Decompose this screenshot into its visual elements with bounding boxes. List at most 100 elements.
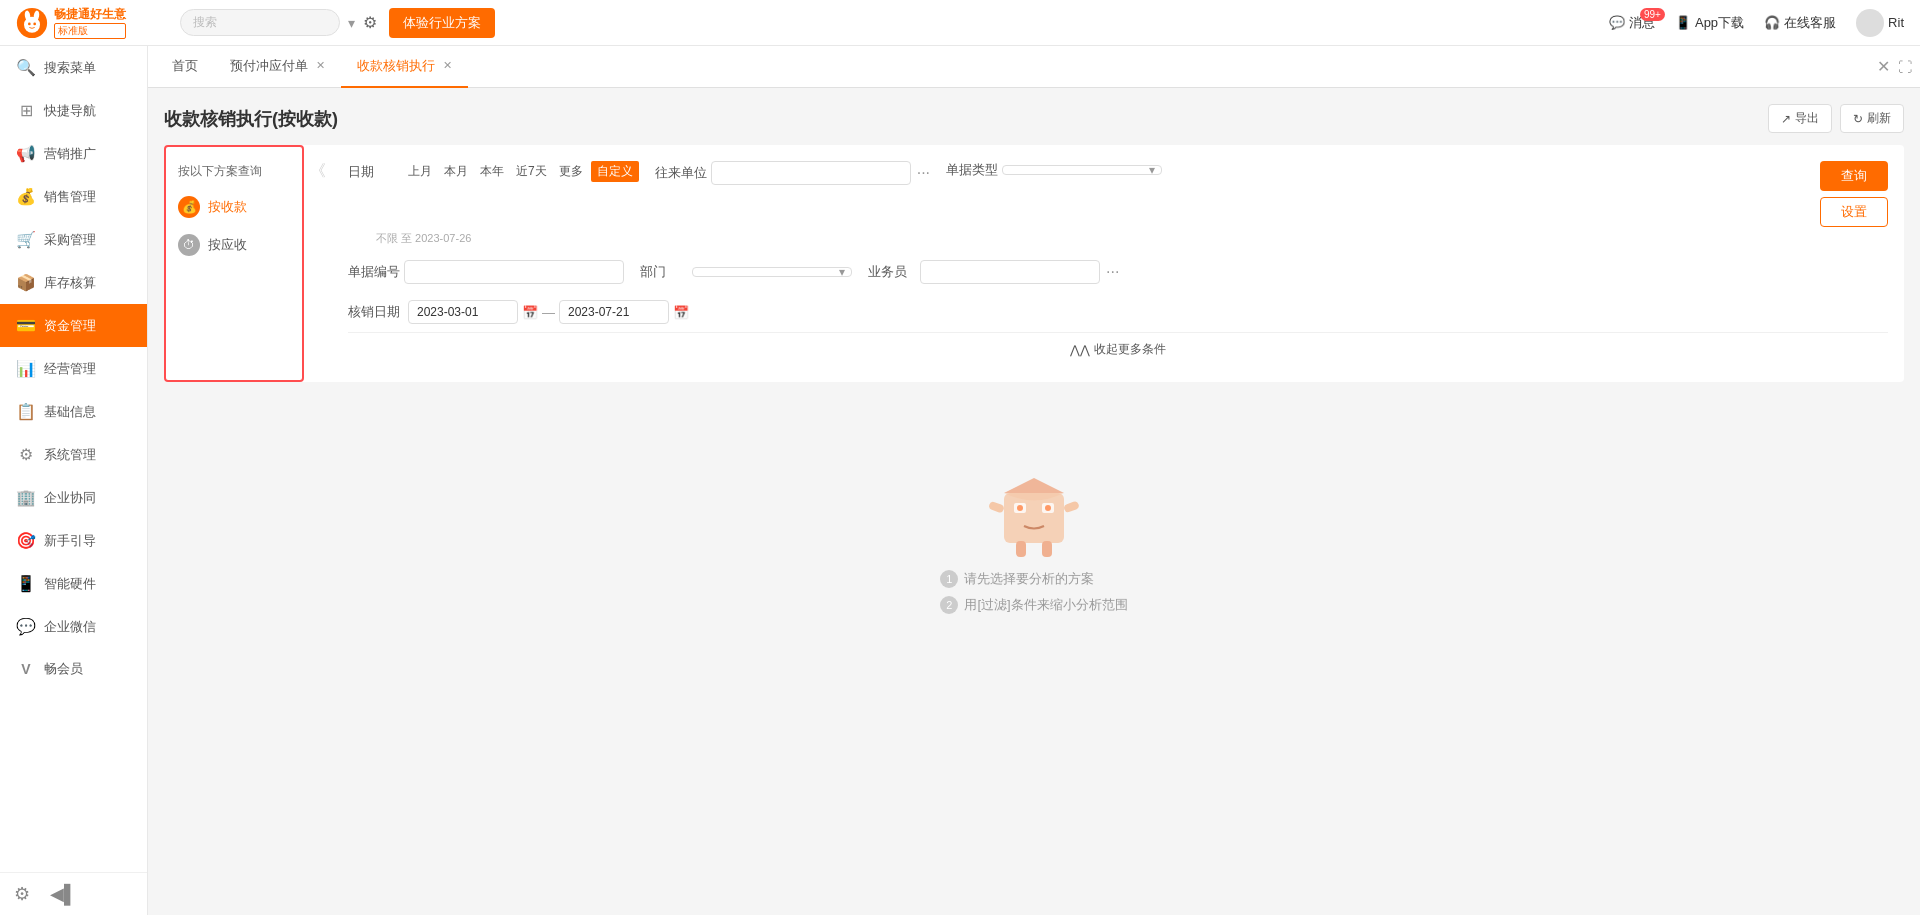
verify-date-group: 📅 — 📅 — [408, 300, 689, 324]
date-more[interactable]: 更多 — [555, 161, 587, 182]
dropdown-icon[interactable]: ▾ — [348, 15, 355, 31]
settings-gear-icon[interactable]: ⚙ — [14, 883, 30, 905]
sidebar-item-system[interactable]: ⚙ 系统管理 — [0, 433, 147, 476]
sales-icon: 💰 — [16, 187, 36, 206]
filter-inner: 按以下方案查询 💰 按收款 ⏱ 按应收 《 — [164, 145, 1904, 382]
verify-date-to-input[interactable] — [559, 300, 669, 324]
partner-label: 往来单位 — [655, 164, 707, 182]
avatar — [1856, 9, 1884, 37]
sidebar-item-finance[interactable]: 💳 资金管理 — [0, 304, 147, 347]
tab-home[interactable]: 首页 — [156, 46, 214, 88]
member-icon: V — [16, 661, 36, 677]
filter-nav-by-receipt[interactable]: 💰 按收款 — [166, 188, 302, 226]
bill-type-select[interactable]: ▾ — [1002, 165, 1162, 175]
collapse-sidebar-icon[interactable]: ◀▌ — [50, 883, 77, 905]
sidebar-label-member: 畅会员 — [44, 660, 83, 678]
purchase-icon: 🛒 — [16, 230, 36, 249]
verify-date-to-icon[interactable]: 📅 — [673, 305, 689, 320]
tab-collect-label: 收款核销执行 — [357, 57, 435, 75]
sidebar-item-marketing[interactable]: 📢 营销推广 — [0, 132, 147, 175]
dept-field: 部门 ▾ — [640, 263, 852, 281]
refresh-button[interactable]: ↻ 刷新 — [1840, 104, 1904, 133]
filter-nav: 按以下方案查询 💰 按收款 ⏱ 按应收 — [164, 145, 304, 382]
sidebar-item-operation[interactable]: 📊 经营管理 — [0, 347, 147, 390]
sidebar-label-search-menu: 搜索菜单 — [44, 59, 96, 77]
sidebar-item-guide[interactable]: 🎯 新手引导 — [0, 519, 147, 562]
tab-prepay[interactable]: 预付冲应付单 ✕ — [214, 46, 341, 88]
tab-bar-close-all[interactable]: ✕ — [1877, 57, 1890, 76]
date-custom[interactable]: 自定义 — [591, 161, 639, 182]
search-menu-icon: 🔍 — [16, 58, 36, 77]
bill-no-input[interactable] — [404, 260, 624, 284]
empty-tip-1: 1 请先选择要分析的方案 — [940, 570, 1127, 588]
filter-nav-by-receivable[interactable]: ⏱ 按应收 — [166, 226, 302, 264]
sidebar-item-enterprise[interactable]: 🏢 企业协同 — [0, 476, 147, 519]
partner-input[interactable] — [711, 161, 911, 185]
receivable-nav-label: 按应收 — [208, 236, 247, 254]
receivable-nav-icon: ⏱ — [178, 234, 200, 256]
sidebar-item-inventory[interactable]: 📦 库存核算 — [0, 261, 147, 304]
date-7days[interactable]: 近7天 — [512, 161, 551, 182]
collapse-up-icon: ⋀⋀ — [1070, 343, 1090, 357]
date-this-month[interactable]: 本月 — [440, 161, 472, 182]
collapse-more-btn[interactable]: ⋀⋀ 收起更多条件 — [348, 332, 1888, 366]
date-label: 日期 — [348, 163, 396, 181]
sidebar-item-sales[interactable]: 💰 销售管理 — [0, 175, 147, 218]
partner-dots[interactable]: ··· — [917, 164, 930, 182]
tab-collect[interactable]: 收款核销执行 ✕ — [341, 46, 468, 88]
sidebar-item-basic-info[interactable]: 📋 基础信息 — [0, 390, 147, 433]
sidebar-label-purchase: 采购管理 — [44, 231, 96, 249]
logo-area: 畅捷通好生意 标准版 — [16, 6, 164, 39]
tab-expand-icon[interactable]: ⛶ — [1898, 59, 1912, 75]
bill-no-label: 单据编号 — [348, 263, 400, 281]
sidebar-label-quick-nav: 快捷导航 — [44, 102, 96, 120]
sidebar-label-finance: 资金管理 — [44, 317, 96, 335]
export-button[interactable]: ↗ 导出 — [1768, 104, 1832, 133]
left-arrow-icon: 《 — [310, 161, 326, 182]
search-input[interactable]: 搜索 — [180, 9, 340, 36]
setting-button[interactable]: 设置 — [1820, 197, 1888, 227]
sidebar-label-guide: 新手引导 — [44, 532, 96, 550]
sidebar-label-inventory: 库存核算 — [44, 274, 96, 292]
empty-tips: 1 请先选择要分析的方案 2 用[过滤]条件来缩小分析范围 — [940, 570, 1127, 614]
sidebar-item-quick-nav[interactable]: ⊞ 快捷导航 — [0, 89, 147, 132]
sidebar-item-search-menu[interactable]: 🔍 搜索菜单 — [0, 46, 147, 89]
empty-state: 1 请先选择要分析的方案 2 用[过滤]条件来缩小分析范围 — [164, 398, 1904, 674]
collapse-arrow[interactable]: 《 — [304, 145, 332, 382]
receipt-nav-icon: 💰 — [178, 196, 200, 218]
tab-prepay-close[interactable]: ✕ — [316, 59, 325, 72]
app-download-link[interactable]: 📱 App下载 — [1675, 14, 1744, 32]
date-last-month[interactable]: 上月 — [404, 161, 436, 182]
sidebar-item-member[interactable]: V 畅会员 — [0, 648, 147, 690]
main-layout: 🔍 搜索菜单 ⊞ 快捷导航 📢 营销推广 💰 销售管理 🛒 采购管理 📦 库存核… — [0, 46, 1920, 915]
enterprise-icon: 🏢 — [16, 488, 36, 507]
bill-type-chevron: ▾ — [1149, 163, 1155, 177]
staff-dots[interactable]: ··· — [1106, 263, 1119, 281]
svg-point-10 — [1045, 505, 1051, 511]
sidebar-item-purchase[interactable]: 🛒 采购管理 — [0, 218, 147, 261]
sidebar-item-wechat[interactable]: 💬 企业微信 — [0, 605, 147, 648]
online-service-link[interactable]: 🎧 在线客服 — [1764, 14, 1836, 32]
message-button[interactable]: 💬 消息 99+ — [1609, 14, 1655, 32]
message-icon: 💬 — [1609, 15, 1625, 30]
staff-input[interactable] — [920, 260, 1100, 284]
verify-date-from-icon[interactable]: 📅 — [522, 305, 538, 320]
svg-rect-11 — [988, 501, 1005, 514]
dept-select[interactable]: ▾ — [692, 267, 852, 277]
gear-icon[interactable]: ⚙ — [363, 13, 377, 32]
sidebar-label-basic-info: 基础信息 — [44, 403, 96, 421]
sidebar-item-hardware[interactable]: 📱 智能硬件 — [0, 562, 147, 605]
verify-date-from-input[interactable] — [408, 300, 518, 324]
industry-button[interactable]: 体验行业方案 — [389, 8, 495, 38]
brand-badge: 标准版 — [54, 23, 126, 39]
tab-collect-close[interactable]: ✕ — [443, 59, 452, 72]
date-this-year[interactable]: 本年 — [476, 161, 508, 182]
user-profile[interactable]: Rit — [1856, 9, 1904, 37]
tab-bar-right: ✕ ⛶ — [1877, 57, 1912, 76]
svg-rect-14 — [1042, 541, 1052, 557]
finance-icon: 💳 — [16, 316, 36, 335]
verify-date-row: 核销日期 📅 — 📅 — [348, 300, 1888, 324]
headset-icon: 🎧 — [1764, 15, 1780, 30]
bill-type-label: 单据类型 — [946, 161, 998, 179]
query-button[interactable]: 查询 — [1820, 161, 1888, 191]
